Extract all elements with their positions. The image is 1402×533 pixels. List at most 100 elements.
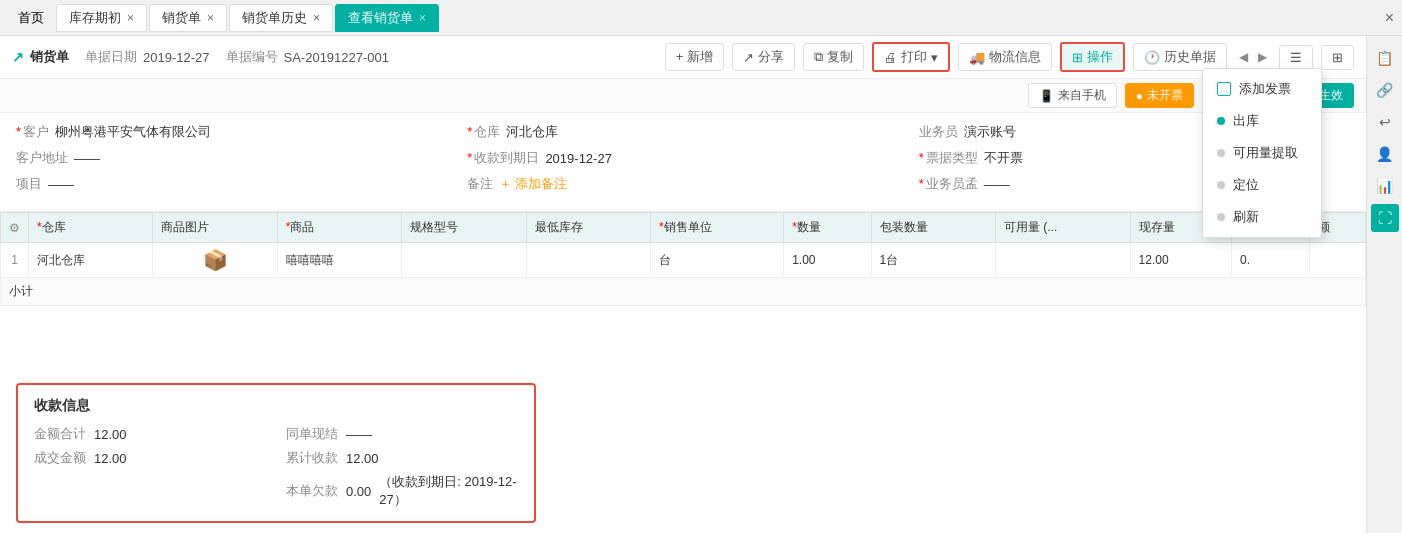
radio-icon-2 [1217, 149, 1225, 157]
view-toggle-grid[interactable]: ⊞ [1321, 45, 1354, 70]
table-row: 1 河北仓库 📦 嘻嘻嘻嘻 台 1.00 1台 12.00 0. [1, 243, 1366, 278]
warehouse-value: 河北仓库 [506, 123, 558, 141]
tab-inventory[interactable]: 库存期初 × [56, 4, 147, 32]
print-dropdown-icon: ▾ [931, 50, 938, 65]
nav-arrows: ◀ ▶ [1235, 48, 1271, 66]
close-history-tab[interactable]: × [313, 11, 320, 25]
note-field: 备注 ＋ 添加备注 [467, 175, 898, 193]
doc-date-meta: 单据日期 2019-12-27 [85, 48, 210, 66]
dropdown-locate[interactable]: 定位 [1203, 169, 1321, 201]
product-header: *商品 [277, 213, 401, 243]
min-stock-header: 最低库存 [526, 213, 650, 243]
operation-button[interactable]: ⊞ 操作 [1060, 42, 1125, 72]
address-field: 客户地址 —— [16, 149, 447, 167]
customer-field: 客户 柳州粤港平安气体有限公司 [16, 123, 447, 141]
deal-value: 12.00 [94, 451, 127, 466]
row-available [995, 243, 1130, 278]
amount-value: 12.00 [94, 427, 127, 442]
payment-date-value: 2019-12-27 [545, 151, 612, 166]
row-unit: 台 [650, 243, 783, 278]
dropdown-add-invoice[interactable]: 添加发票 [1203, 73, 1321, 105]
add-note-button[interactable]: ＋ 添加备注 [499, 175, 567, 193]
share-button[interactable]: ↗ 分享 [732, 43, 795, 71]
operation-dropdown: 添加发票 出库 可用量提取 定位 刷新 [1202, 68, 1322, 238]
window-close-button[interactable]: × [1385, 9, 1394, 27]
radio-icon [1217, 117, 1225, 125]
dropdown-outbound[interactable]: 出库 [1203, 105, 1321, 137]
row-product: 嘻嘻嘻嘻 [277, 243, 401, 278]
main-content: ↗ 销货单 单据日期 2019-12-27 单据编号 SA-20191227-0… [0, 36, 1402, 533]
logistics-button[interactable]: 🚚 物流信息 [958, 43, 1052, 71]
radio-icon-4 [1217, 213, 1225, 221]
ticket-label: 票据类型 [919, 149, 978, 167]
phone-icon: 📱 [1039, 89, 1054, 103]
next-button[interactable]: ▶ [1254, 48, 1271, 66]
gear-header: ⚙ [1, 213, 29, 243]
project-label: 项目 [16, 175, 42, 193]
doc-title-text: 销货单 [30, 48, 69, 66]
form-row-1: 客户 柳州粤港平安气体有限公司 仓库 河北仓库 业务员 演示账号 [16, 123, 1350, 141]
payment-owe [34, 473, 266, 509]
form-row-3: 项目 —— 备注 ＋ 添加备注 业务员孟 —— [16, 175, 1350, 193]
spec-header: 规格型号 [402, 213, 526, 243]
tab-sales-history[interactable]: 销货单历史 × [229, 4, 333, 32]
owe-label: 本单欠款 [286, 482, 338, 500]
phone-status-button[interactable]: 📱 来自手机 [1028, 83, 1117, 108]
print-icon: 🖨 [884, 50, 897, 65]
tab-sales[interactable]: 销货单 × [149, 4, 227, 32]
subtotal-cell: 小计 [1, 278, 1366, 306]
view-toggle-list[interactable]: ☰ [1279, 45, 1313, 70]
number-value: SA-20191227-001 [284, 50, 390, 65]
sidebar-user-icon[interactable]: 👤 [1371, 140, 1399, 168]
row-pack-qty: 1台 [871, 243, 995, 278]
dropdown-available[interactable]: 可用量提取 [1203, 137, 1321, 169]
sidebar-link-icon[interactable]: 🔗 [1371, 76, 1399, 104]
row-warehouse: 河北仓库 [29, 243, 153, 278]
logistics-icon: 🚚 [969, 50, 985, 65]
warehouse-label: 仓库 [467, 123, 500, 141]
accumulated-label: 累计收款 [286, 449, 338, 467]
date-label: 单据日期 [85, 48, 137, 66]
tab-home[interactable]: 首页 [8, 9, 54, 27]
dropdown-refresh[interactable]: 刷新 [1203, 201, 1321, 233]
qty-header: *数量 [784, 213, 871, 243]
share-icon: ↗ [743, 50, 754, 65]
close-sales-tab[interactable]: × [207, 11, 214, 25]
accumulated-value: 12.00 [346, 451, 379, 466]
print-button[interactable]: 🖨 打印 ▾ [872, 42, 950, 72]
ticket-icon: ● [1136, 89, 1143, 103]
radio-icon-3 [1217, 181, 1225, 189]
history-button[interactable]: 🕐 历史单据 [1133, 43, 1227, 71]
doc-title: ↗ 销货单 [12, 48, 69, 66]
row-amount [1310, 243, 1366, 278]
checkbox-icon [1217, 82, 1231, 96]
tab-view-sales[interactable]: 查看销货单 × [335, 4, 439, 32]
table-header-row: ⚙ *仓库 商品图片 *商品 规格型号 最低库存 *销售单位 *数量 包装数量 … [1, 213, 1366, 243]
project-value: —— [48, 177, 74, 192]
pack-qty-header: 包装数量 [871, 213, 995, 243]
sidebar-expand-icon[interactable]: ⛶ [1371, 204, 1399, 232]
copy-button[interactable]: ⧉ 复制 [803, 43, 864, 71]
right-sidebar: 📋 🔗 ↩ 👤 📊 ⛶ [1366, 36, 1402, 533]
sidebar-back-icon[interactable]: ↩ [1371, 108, 1399, 136]
date-value: 2019-12-27 [143, 50, 210, 65]
project-field: 项目 —— [16, 175, 447, 193]
prev-button[interactable]: ◀ [1235, 48, 1252, 66]
new-button[interactable]: + 新增 [665, 43, 724, 71]
same-settle-label: 同单现结 [286, 425, 338, 443]
sidebar-chart-icon[interactable]: 📊 [1371, 172, 1399, 200]
unit-header: *销售单位 [650, 213, 783, 243]
row-image: 📦 [153, 243, 277, 278]
deal-label: 成交金额 [34, 449, 86, 467]
close-view-tab[interactable]: × [419, 11, 426, 25]
form-section: 客户 柳州粤港平安气体有限公司 仓库 河北仓库 业务员 演示账号 客户地址 —— [0, 113, 1366, 212]
sidebar-doc-icon[interactable]: 📋 [1371, 44, 1399, 72]
payment-title: 收款信息 [34, 397, 518, 415]
open-ticket-button[interactable]: ● 未开票 [1125, 83, 1194, 108]
close-inventory-tab[interactable]: × [127, 11, 134, 25]
operation-icon: ⊞ [1072, 50, 1083, 65]
address-label: 客户地址 [16, 149, 68, 167]
owe-note: （收款到期日: 2019-12-27） [379, 473, 518, 509]
content-area: ↗ 销货单 单据日期 2019-12-27 单据编号 SA-20191227-0… [0, 36, 1366, 533]
row-qty: 1.00 [784, 243, 871, 278]
